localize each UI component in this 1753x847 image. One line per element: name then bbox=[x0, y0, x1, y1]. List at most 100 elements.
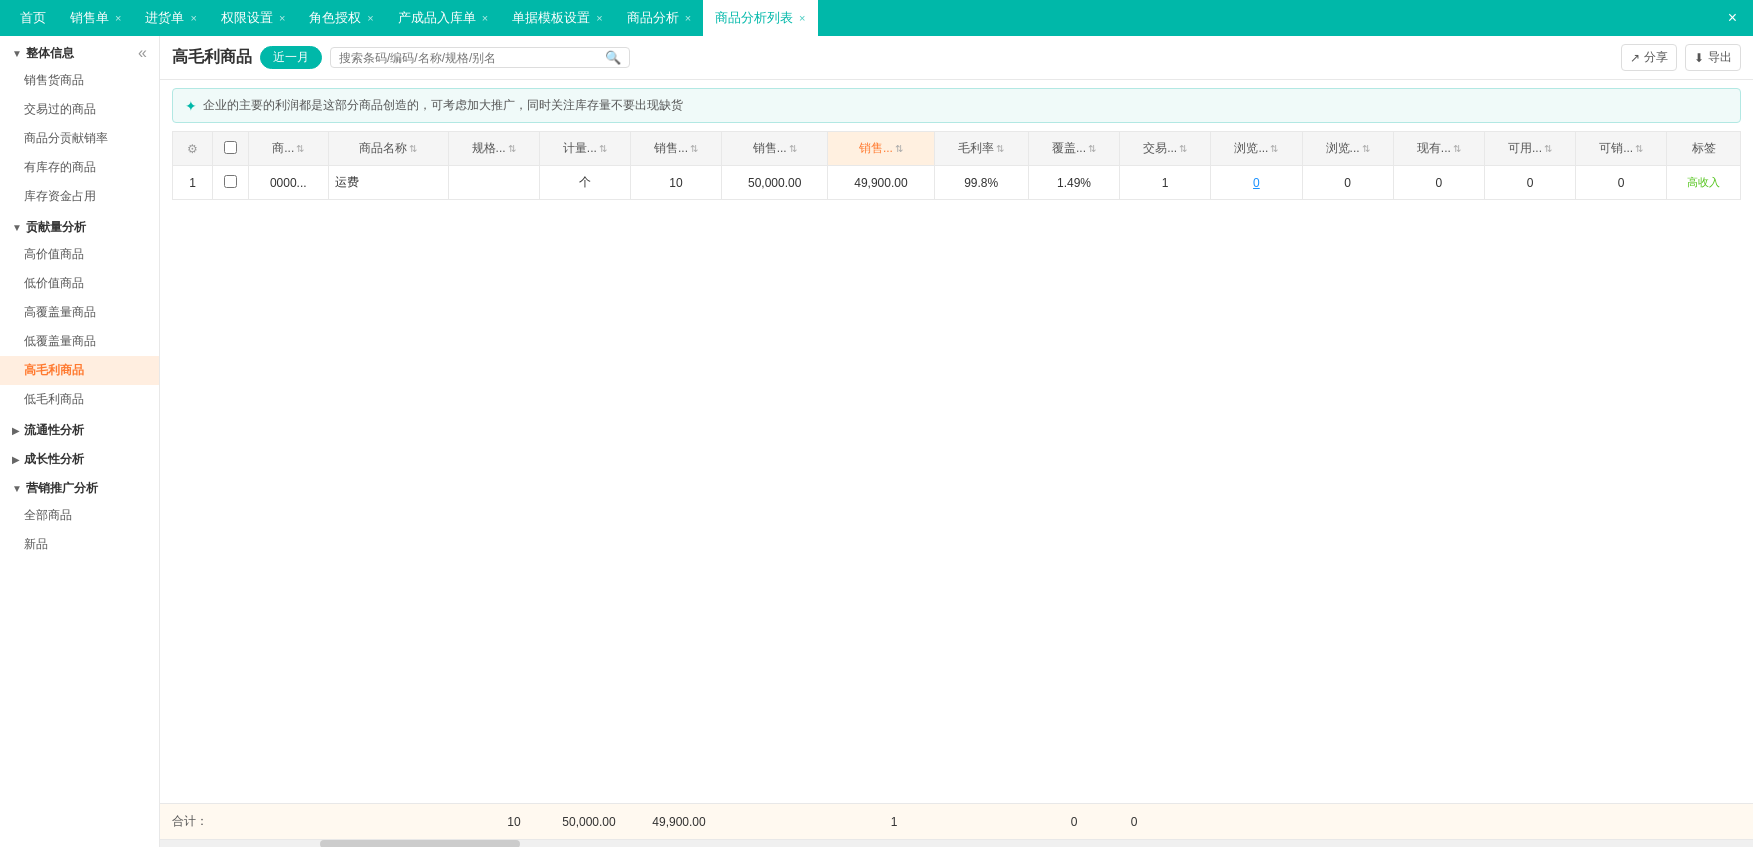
sidebar-section-growth[interactable]: ▶ 成长性分析 bbox=[0, 443, 159, 472]
close-icon[interactable]: × bbox=[279, 12, 285, 24]
sales3-col-header[interactable]: 销售...⇅ bbox=[828, 132, 934, 166]
name-col-header[interactable]: 商品名称⇅ bbox=[328, 132, 448, 166]
export-button[interactable]: ⬇ 导出 bbox=[1685, 44, 1741, 71]
tab-purchase-order[interactable]: 进货单 × bbox=[133, 0, 208, 36]
row-sales1: 10 bbox=[630, 166, 721, 200]
coverage-col-header[interactable]: 覆盖...⇅ bbox=[1028, 132, 1119, 166]
close-icon[interactable]: × bbox=[115, 12, 121, 24]
search-input[interactable] bbox=[339, 51, 601, 65]
sidebar-item-high-margin[interactable]: 高毛利商品 bbox=[0, 356, 159, 385]
close-icon[interactable]: × bbox=[367, 12, 373, 24]
sidebar-item-low-value[interactable]: 低价值商品 bbox=[0, 269, 159, 298]
content-area: 高毛利商品 近一月 🔍 ↗ 分享 ⬇ 导出 ✦ 企业的主要的利润都是这部分商品创… bbox=[160, 36, 1753, 847]
tab-role-auth[interactable]: 角色授权 × bbox=[297, 0, 385, 36]
info-icon: ✦ bbox=[185, 98, 197, 114]
browse2-col-header[interactable]: 浏览...⇅ bbox=[1302, 132, 1393, 166]
top-nav: 首页 销售单 × 进货单 × 权限设置 × 角色授权 × 产成品入库单 × 单据… bbox=[0, 0, 1753, 36]
sidebar-item-high-value[interactable]: 高价值商品 bbox=[0, 240, 159, 269]
footer-current: 0 bbox=[1044, 815, 1104, 829]
search-icon[interactable]: 🔍 bbox=[605, 50, 621, 65]
code-col-header[interactable]: 商...⇅ bbox=[249, 132, 329, 166]
sellable-col-header[interactable]: 可销...⇅ bbox=[1576, 132, 1667, 166]
sort-icon: ⇅ bbox=[1544, 143, 1552, 154]
sidebar-collapse-button[interactable]: « bbox=[138, 44, 155, 62]
trade-col-header[interactable]: 交易...⇅ bbox=[1120, 132, 1211, 166]
sidebar-item-high-coverage[interactable]: 高覆盖量商品 bbox=[0, 298, 159, 327]
tab-home[interactable]: 首页 bbox=[8, 0, 58, 36]
sidebar-item-sales-goods[interactable]: 销售货商品 bbox=[0, 66, 159, 95]
footer-sales3: 49,900.00 bbox=[634, 815, 724, 829]
sidebar-section-overall[interactable]: ▼ 整体信息 bbox=[12, 45, 74, 62]
scrollbar-thumb[interactable] bbox=[320, 840, 520, 847]
sidebar-section-title-contribution: 贡献量分析 bbox=[26, 219, 86, 236]
sales2-col-header[interactable]: 销售...⇅ bbox=[722, 132, 828, 166]
arrow-down-icon: ▼ bbox=[12, 222, 22, 233]
sort-icon: ⇅ bbox=[1179, 143, 1187, 154]
close-icon[interactable]: × bbox=[685, 12, 691, 24]
tab-sales-order[interactable]: 销售单 × bbox=[58, 0, 133, 36]
arrow-down-icon: ▼ bbox=[12, 483, 22, 494]
sort-icon: ⇅ bbox=[409, 143, 417, 154]
footer-trade: 1 bbox=[864, 815, 924, 829]
tab-product-analysis-list[interactable]: 商品分析列表 × bbox=[703, 0, 817, 36]
sidebar-section-flow[interactable]: ▶ 流通性分析 bbox=[0, 414, 159, 443]
sidebar: ▼ 整体信息 « 销售货商品 交易过的商品 商品分贡献销率 有库存的商品 库存资… bbox=[0, 36, 160, 847]
sidebar-item-contribution[interactable]: 商品分贡献销率 bbox=[0, 124, 159, 153]
arrow-right-icon: ▶ bbox=[12, 425, 20, 436]
sidebar-item-low-coverage[interactable]: 低覆盖量商品 bbox=[0, 327, 159, 356]
horizontal-scrollbar[interactable] bbox=[160, 839, 1753, 847]
sidebar-item-stock-capital[interactable]: 库存资金占用 bbox=[0, 182, 159, 211]
row-checkbox[interactable] bbox=[224, 175, 237, 188]
browse1-link[interactable]: 0 bbox=[1253, 176, 1260, 190]
row-sellable: 0 bbox=[1576, 166, 1667, 200]
unit-col-header[interactable]: 计量...⇅ bbox=[539, 132, 630, 166]
current-col-header[interactable]: 现有...⇅ bbox=[1393, 132, 1484, 166]
available-col-header[interactable]: 可用...⇅ bbox=[1484, 132, 1575, 166]
sort-icon: ⇅ bbox=[599, 143, 607, 154]
close-icon[interactable]: × bbox=[596, 12, 602, 24]
tab-production-stock[interactable]: 产成品入库单 × bbox=[386, 0, 500, 36]
settings-col-header[interactable]: ⚙ bbox=[173, 132, 213, 166]
sidebar-section-marketing[interactable]: ▼ 营销推广分析 bbox=[0, 472, 159, 501]
table-wrapper[interactable]: ⚙ 商...⇅ 商品名称⇅ 规格...⇅ bbox=[160, 131, 1753, 803]
sidebar-item-new-goods[interactable]: 新品 bbox=[0, 530, 159, 559]
tag-col-header: 标签 bbox=[1667, 132, 1741, 166]
filter-recent-month-button[interactable]: 近一月 bbox=[260, 46, 322, 69]
row-coverage: 1.49% bbox=[1028, 166, 1119, 200]
table-header-row: ⚙ 商...⇅ 商品名称⇅ 规格...⇅ bbox=[173, 132, 1741, 166]
close-icon[interactable]: × bbox=[190, 12, 196, 24]
gross-col-header[interactable]: 毛利率⇅ bbox=[934, 132, 1028, 166]
row-current: 0 bbox=[1393, 166, 1484, 200]
close-icon[interactable]: × bbox=[799, 12, 805, 24]
content-header: 高毛利商品 近一月 🔍 ↗ 分享 ⬇ 导出 bbox=[160, 36, 1753, 80]
tab-product-analysis[interactable]: 商品分析 × bbox=[615, 0, 703, 36]
share-button[interactable]: ↗ 分享 bbox=[1621, 44, 1677, 71]
settings-icon[interactable]: ⚙ bbox=[187, 142, 198, 156]
tab-doc-template[interactable]: 单据模板设置 × bbox=[500, 0, 614, 36]
close-icon[interactable]: × bbox=[482, 12, 488, 24]
footer-sales1: 10 bbox=[484, 815, 544, 829]
sidebar-item-all-goods[interactable]: 全部商品 bbox=[0, 501, 159, 530]
footer-label: 合计： bbox=[172, 813, 208, 830]
spec-col-header[interactable]: 规格...⇅ bbox=[448, 132, 539, 166]
export-icon: ⬇ bbox=[1694, 51, 1704, 65]
sidebar-section-title-flow: 流通性分析 bbox=[24, 422, 84, 439]
sidebar-section-title-overall: 整体信息 bbox=[26, 45, 74, 62]
row-index: 1 bbox=[173, 166, 213, 200]
sidebar-item-traded-goods[interactable]: 交易过的商品 bbox=[0, 95, 159, 124]
tab-permission-settings[interactable]: 权限设置 × bbox=[209, 0, 297, 36]
share-icon: ↗ bbox=[1630, 51, 1640, 65]
table-footer: 合计： 10 50,000.00 49,900.00 1 0 0 bbox=[160, 803, 1753, 839]
sidebar-section-contribution[interactable]: ▼ 贡献量分析 bbox=[0, 211, 159, 240]
table-row: 1 0000... 运费 个 10 50,000.00 49,900.00 99… bbox=[173, 166, 1741, 200]
row-code: 0000... bbox=[249, 166, 329, 200]
sales1-col-header[interactable]: 销售...⇅ bbox=[630, 132, 721, 166]
sidebar-item-stock-goods[interactable]: 有库存的商品 bbox=[0, 153, 159, 182]
sidebar-item-low-margin[interactable]: 低毛利商品 bbox=[0, 385, 159, 414]
select-all-checkbox[interactable] bbox=[224, 141, 237, 154]
row-gross: 99.8% bbox=[934, 166, 1028, 200]
sort-icon: ⇅ bbox=[508, 143, 516, 154]
header-actions: ↗ 分享 ⬇ 导出 bbox=[1621, 44, 1741, 71]
browse1-col-header[interactable]: 浏览...⇅ bbox=[1211, 132, 1302, 166]
close-window-button[interactable]: × bbox=[1720, 9, 1745, 27]
